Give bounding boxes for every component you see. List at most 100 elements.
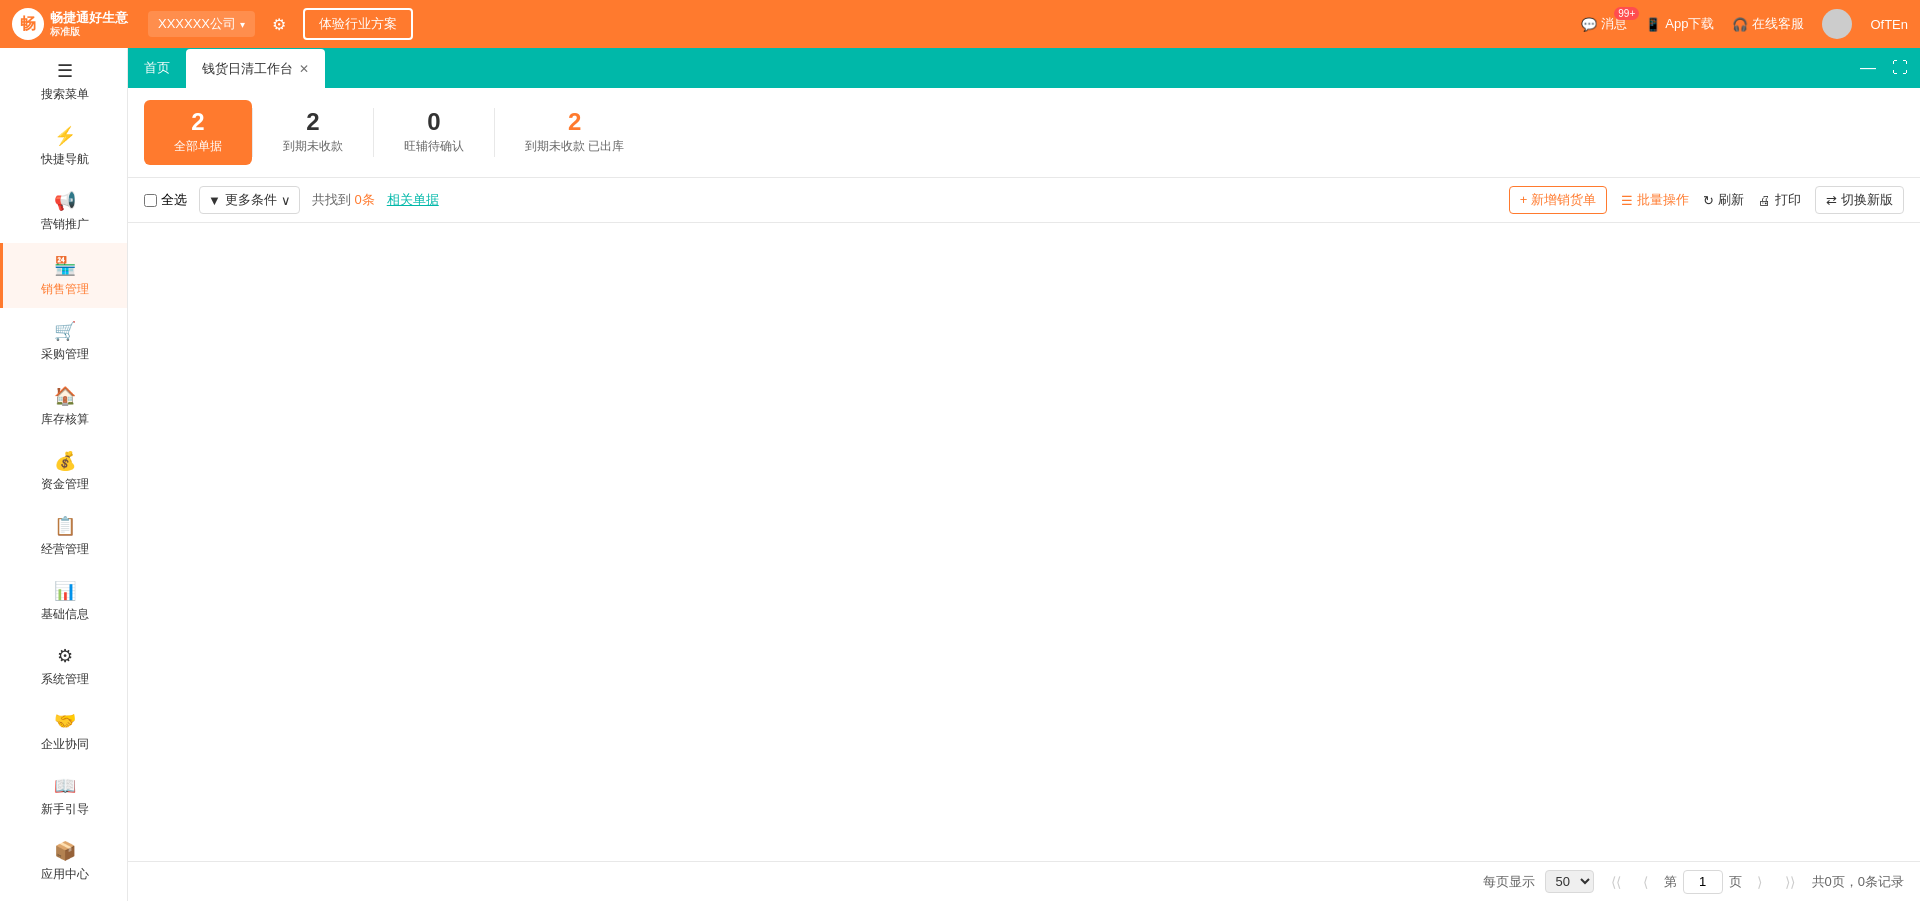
- new-sale-button[interactable]: + 新增销货单: [1509, 186, 1607, 214]
- stat-overdue-unpaid[interactable]: 2 到期未收款: [253, 100, 373, 165]
- trial-button[interactable]: 体验行业方案: [303, 8, 413, 40]
- next-page-btn[interactable]: ⟩: [1748, 870, 1772, 894]
- tab-workstation-label: 钱货日清工作台: [202, 60, 293, 78]
- stat-wangwang[interactable]: 0 旺辅待确认: [374, 100, 494, 165]
- stat-all-label: 全部单据: [174, 138, 222, 155]
- tab-bar: 首页 钱货日清工作台 ✕ — ⛶: [128, 48, 1920, 88]
- logo-icon: 畅: [12, 8, 44, 40]
- checkbox-input[interactable]: [144, 194, 157, 207]
- sidebar-item-operations[interactable]: 📋 经营管理: [0, 503, 127, 568]
- stat-wangwang-num: 0: [427, 110, 440, 134]
- sidebar-item-guide[interactable]: 📖 新手引导: [0, 763, 127, 828]
- tab-home[interactable]: 首页: [128, 48, 186, 88]
- refresh-icon: ↻: [1703, 193, 1714, 208]
- page-input[interactable]: [1683, 870, 1723, 894]
- batch-operation-button[interactable]: ☰ 批量操作: [1621, 191, 1689, 209]
- app-download-label: App下载: [1665, 15, 1714, 33]
- cooperation-icon: 🤝: [54, 710, 76, 732]
- marketing-icon: 📢: [54, 190, 76, 212]
- sidebar-item-quick-nav[interactable]: ⚡ 快捷导航: [0, 113, 127, 178]
- sidebar-item-marketing[interactable]: 📢 营销推广: [0, 178, 127, 243]
- company-name: XXXXXX公司: [158, 15, 236, 33]
- refresh-button[interactable]: ↻ 刷新: [1703, 191, 1744, 209]
- per-page-select[interactable]: 50: [1545, 870, 1594, 893]
- toolbar: 全选 ▼ 更多条件 ∨ 共找到 0条 相关单据 + 新增销货单 ☰ 批量操作: [128, 178, 1920, 223]
- settings-button[interactable]: ⚙: [263, 8, 295, 40]
- finance-icon: 💰: [54, 450, 76, 472]
- online-service-label: 在线客服: [1752, 15, 1804, 33]
- inventory-icon: 🏠: [54, 385, 76, 407]
- tab-workstation[interactable]: 钱货日清工作台 ✕: [186, 49, 325, 89]
- logo: 畅 畅捷通好生意 标准版: [12, 8, 140, 40]
- sidebar-item-cooperation[interactable]: 🤝 企业协同: [0, 698, 127, 763]
- basic-info-icon: 📊: [54, 580, 76, 602]
- per-page-label: 每页显示: [1483, 873, 1535, 891]
- sidebar-item-label: 采购管理: [41, 346, 89, 363]
- stats-row: 2 全部单据 2 到期未收款 0 旺辅待确认 2 到期未收款 已出库: [128, 88, 1920, 178]
- print-button[interactable]: 🖨 打印: [1758, 191, 1801, 209]
- stat-all[interactable]: 2 全部单据: [144, 100, 252, 165]
- chevron-down-icon: ▾: [240, 19, 245, 30]
- sidebar-item-label: 企业协同: [41, 736, 89, 753]
- logo-main: 畅捷通好生意: [50, 10, 128, 26]
- sidebar-item-apps[interactable]: 📦 应用中心: [0, 828, 127, 893]
- sidebar-item-purchase[interactable]: 🛒 采购管理: [0, 308, 127, 373]
- switch-version-button[interactable]: ⇄ 切换新版: [1815, 186, 1904, 214]
- sidebar-item-label: 资金管理: [41, 476, 89, 493]
- select-all-checkbox[interactable]: 全选: [144, 191, 187, 209]
- sidebar-item-sales[interactable]: 🏪 销售管理: [0, 243, 127, 308]
- sidebar-item-label: 新手引导: [41, 801, 89, 818]
- avatar[interactable]: [1822, 9, 1852, 39]
- app-download-btn[interactable]: 📱 App下载: [1645, 15, 1714, 33]
- prev-page-btn[interactable]: ⟨: [1634, 870, 1658, 894]
- company-selector[interactable]: XXXXXX公司 ▾: [148, 11, 255, 37]
- message-badge: 99+: [1614, 7, 1639, 20]
- tab-bar-actions: — ⛶: [1856, 56, 1920, 80]
- sidebar-item-label: 快捷导航: [41, 151, 89, 168]
- sidebar-item-search-menu[interactable]: ☰ 搜索菜单: [0, 48, 127, 113]
- apps-icon: 📦: [54, 840, 76, 862]
- tab-maximize-btn[interactable]: ⛶: [1888, 56, 1912, 80]
- sidebar: ☰ 搜索菜单 ⚡ 快捷导航 📢 营销推广 🏪 销售管理 🛒 采购管理 🏠 库存核…: [0, 48, 128, 901]
- last-page-btn[interactable]: ⟩⟩: [1778, 870, 1802, 894]
- tab-minimize-btn[interactable]: —: [1856, 56, 1880, 80]
- footer: 每页显示 50 ⟨⟨ ⟨ 第 页 ⟩ ⟩⟩ 共0页，0条记录: [128, 861, 1920, 901]
- stat-overdue-shipped[interactable]: 2 到期未收款 已出库: [495, 100, 654, 165]
- chevron-icon: ∨: [281, 193, 291, 208]
- top-bar-right: 💬 消息 99+ 📱 App下载 🎧 在线客服 OfTEn: [1581, 9, 1908, 39]
- content-area: 2 全部单据 2 到期未收款 0 旺辅待确认 2 到期未收款 已出库: [128, 88, 1920, 901]
- filter-label: 更多条件: [225, 191, 277, 209]
- switch-icon: ⇄: [1826, 193, 1837, 208]
- print-label: 打印: [1775, 191, 1801, 209]
- sidebar-item-wechat[interactable]: 💬 企业微信: [0, 893, 127, 901]
- sidebar-item-system[interactable]: ⚙ 系统管理: [0, 633, 127, 698]
- sidebar-item-basic-info[interactable]: 📊 基础信息: [0, 568, 127, 633]
- related-link[interactable]: 相关单据: [387, 191, 439, 209]
- print-icon: 🖨: [1758, 193, 1771, 208]
- user-name[interactable]: OfTEn: [1870, 17, 1908, 32]
- sidebar-item-inventory[interactable]: 🏠 库存核算: [0, 373, 127, 438]
- total-records: 共0页，0条记录: [1812, 873, 1904, 891]
- batch-icon: ☰: [1621, 193, 1633, 208]
- main-content: 首页 钱货日清工作台 ✕ — ⛶ 2 全部单据 2: [128, 48, 1920, 901]
- filter-button[interactable]: ▼ 更多条件 ∨: [199, 186, 300, 214]
- message-btn[interactable]: 💬 消息 99+: [1581, 15, 1627, 33]
- tab-close-icon[interactable]: ✕: [299, 62, 309, 76]
- online-service-btn[interactable]: 🎧 在线客服: [1732, 15, 1804, 33]
- page-suffix: 页: [1729, 873, 1742, 891]
- batch-label: 批量操作: [1637, 191, 1689, 209]
- sidebar-item-label: 基础信息: [41, 606, 89, 623]
- filter-icon: ▼: [208, 193, 221, 208]
- sidebar-item-finance[interactable]: 💰 资金管理: [0, 438, 127, 503]
- table-area: [128, 223, 1920, 861]
- sidebar-item-label: 经营管理: [41, 541, 89, 558]
- sales-icon: 🏪: [54, 255, 76, 277]
- stat-overdue-num: 2: [306, 110, 319, 134]
- layout: ☰ 搜索菜单 ⚡ 快捷导航 📢 营销推广 🏪 销售管理 🛒 采购管理 🏠 库存核…: [0, 48, 1920, 901]
- tab-home-label: 首页: [144, 59, 170, 77]
- purchase-icon: 🛒: [54, 320, 76, 342]
- stat-shipped-num: 2: [568, 110, 581, 134]
- first-page-btn[interactable]: ⟨⟨: [1604, 870, 1628, 894]
- download-icon: 📱: [1645, 17, 1661, 32]
- guide-icon: 📖: [54, 775, 76, 797]
